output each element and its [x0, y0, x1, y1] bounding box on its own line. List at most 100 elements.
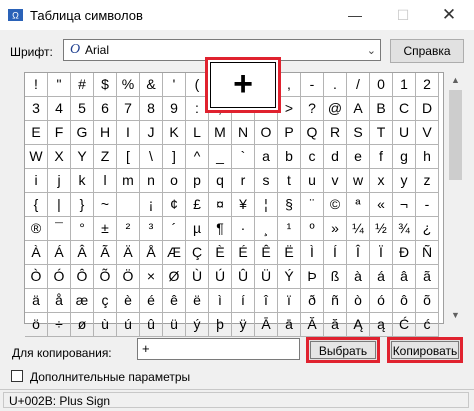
character-cell[interactable]: þ	[209, 313, 232, 337]
character-cell[interactable]: !	[25, 73, 48, 97]
character-cell[interactable]: ¥	[232, 193, 255, 217]
character-cell[interactable]: ¢	[163, 193, 186, 217]
character-cell[interactable]: Ã	[94, 241, 117, 265]
character-cell[interactable]: ª	[347, 193, 370, 217]
character-cell[interactable]: ä	[25, 289, 48, 313]
character-cell[interactable]: Ý	[278, 265, 301, 289]
character-cell[interactable]: ÿ	[232, 313, 255, 337]
character-cell[interactable]: @	[324, 97, 347, 121]
character-cell[interactable]: h	[416, 145, 439, 169]
character-cell[interactable]: Ê	[255, 241, 278, 265]
character-cell[interactable]: 5	[71, 97, 94, 121]
character-cell[interactable]: ă	[324, 313, 347, 337]
character-cell[interactable]: V	[416, 121, 439, 145]
character-cell[interactable]: Ï	[370, 241, 393, 265]
character-cell[interactable]: É	[232, 241, 255, 265]
character-cell[interactable]: q	[209, 169, 232, 193]
character-cell[interactable]: _	[209, 145, 232, 169]
scroll-up-arrow-icon[interactable]: ▲	[447, 72, 464, 89]
character-cell[interactable]: `	[232, 145, 255, 169]
character-cell[interactable]: Å	[140, 241, 163, 265]
character-cell[interactable]: y	[393, 169, 416, 193]
character-cell[interactable]: À	[25, 241, 48, 265]
character-cell[interactable]: à	[347, 265, 370, 289]
character-cell[interactable]: ~	[94, 193, 117, 217]
character-cell[interactable]: A	[347, 97, 370, 121]
character-cell[interactable]: í	[232, 289, 255, 313]
character-cell[interactable]: Ú	[209, 265, 232, 289]
character-cell[interactable]: Ô	[71, 265, 94, 289]
character-cell[interactable]: Ä	[117, 241, 140, 265]
character-cell[interactable]: Ā	[255, 313, 278, 337]
character-cell[interactable]: u	[301, 169, 324, 193]
character-cell[interactable]: x	[370, 169, 393, 193]
character-cell[interactable]: >	[278, 97, 301, 121]
character-cell[interactable]: r	[232, 169, 255, 193]
character-cell[interactable]: ?	[301, 97, 324, 121]
character-cell[interactable]: Ü	[255, 265, 278, 289]
character-cell[interactable]: ¸	[255, 217, 278, 241]
character-cell[interactable]: N	[232, 121, 255, 145]
character-cell[interactable]: #	[71, 73, 94, 97]
help-button[interactable]: Справка	[390, 39, 464, 63]
character-cell[interactable]: ø	[71, 313, 94, 337]
character-cell[interactable]: ö	[25, 313, 48, 337]
character-cell[interactable]: ì	[209, 289, 232, 313]
character-cell[interactable]: ¯	[48, 217, 71, 241]
character-cell[interactable]: é	[140, 289, 163, 313]
character-cell[interactable]: Î	[347, 241, 370, 265]
character-cell[interactable]: 2	[416, 73, 439, 97]
character-cell[interactable]: ¬	[393, 193, 416, 217]
character-cell[interactable]: v	[324, 169, 347, 193]
character-cell[interactable]: /	[347, 73, 370, 97]
character-cell[interactable]: Ą	[347, 313, 370, 337]
character-cell[interactable]: c	[301, 145, 324, 169]
character-cell[interactable]: 4	[48, 97, 71, 121]
character-cell[interactable]: Q	[301, 121, 324, 145]
character-cell[interactable]: Á	[48, 241, 71, 265]
character-cell[interactable]: º	[301, 217, 324, 241]
character-cell[interactable]: o	[163, 169, 186, 193]
character-cell[interactable]: I	[117, 121, 140, 145]
character-cell[interactable]: g	[393, 145, 416, 169]
character-cell[interactable]: §	[278, 193, 301, 217]
character-cell[interactable]: $	[94, 73, 117, 97]
character-cell[interactable]: Ñ	[416, 241, 439, 265]
character-cell[interactable]: s	[255, 169, 278, 193]
character-cell[interactable]: B	[370, 97, 393, 121]
character-cell[interactable]: ô	[393, 289, 416, 313]
character-cell[interactable]: ñ	[324, 289, 347, 313]
character-cell[interactable]: P	[278, 121, 301, 145]
character-cell[interactable]: L	[186, 121, 209, 145]
character-cell[interactable]: 6	[94, 97, 117, 121]
character-cell[interactable]: ß	[324, 265, 347, 289]
character-cell[interactable]: ð	[301, 289, 324, 313]
character-cell[interactable]: Ă	[301, 313, 324, 337]
character-cell[interactable]: p	[186, 169, 209, 193]
maximize-button[interactable]: ☐	[386, 0, 420, 30]
character-cell[interactable]: Ù	[186, 265, 209, 289]
character-cell[interactable]: a	[255, 145, 278, 169]
character-cell[interactable]: ý	[186, 313, 209, 337]
character-cell[interactable]: µ	[186, 217, 209, 241]
minimize-button[interactable]: —	[338, 0, 372, 30]
character-cell[interactable]: ¾	[393, 217, 416, 241]
character-cell[interactable]: °	[71, 217, 94, 241]
advanced-view-checkbox[interactable]	[11, 370, 23, 382]
character-cell[interactable]: ú	[117, 313, 140, 337]
character-cell[interactable]: |	[48, 193, 71, 217]
character-cell[interactable]: ÷	[48, 313, 71, 337]
character-cell[interactable]: ï	[278, 289, 301, 313]
character-cell[interactable]: S	[347, 121, 370, 145]
character-cell[interactable]: ç	[94, 289, 117, 313]
select-button[interactable]: Выбрать	[306, 337, 380, 363]
character-cell[interactable]: 8	[140, 97, 163, 121]
character-cell[interactable]: Ë	[278, 241, 301, 265]
character-cell[interactable]: C	[393, 97, 416, 121]
character-cell[interactable]: «	[370, 193, 393, 217]
character-cell[interactable]: ½	[370, 217, 393, 241]
character-cell[interactable]: 7	[117, 97, 140, 121]
character-cell[interactable]: U	[393, 121, 416, 145]
character-cell[interactable]: Â	[71, 241, 94, 265]
character-cell[interactable]: ù	[94, 313, 117, 337]
